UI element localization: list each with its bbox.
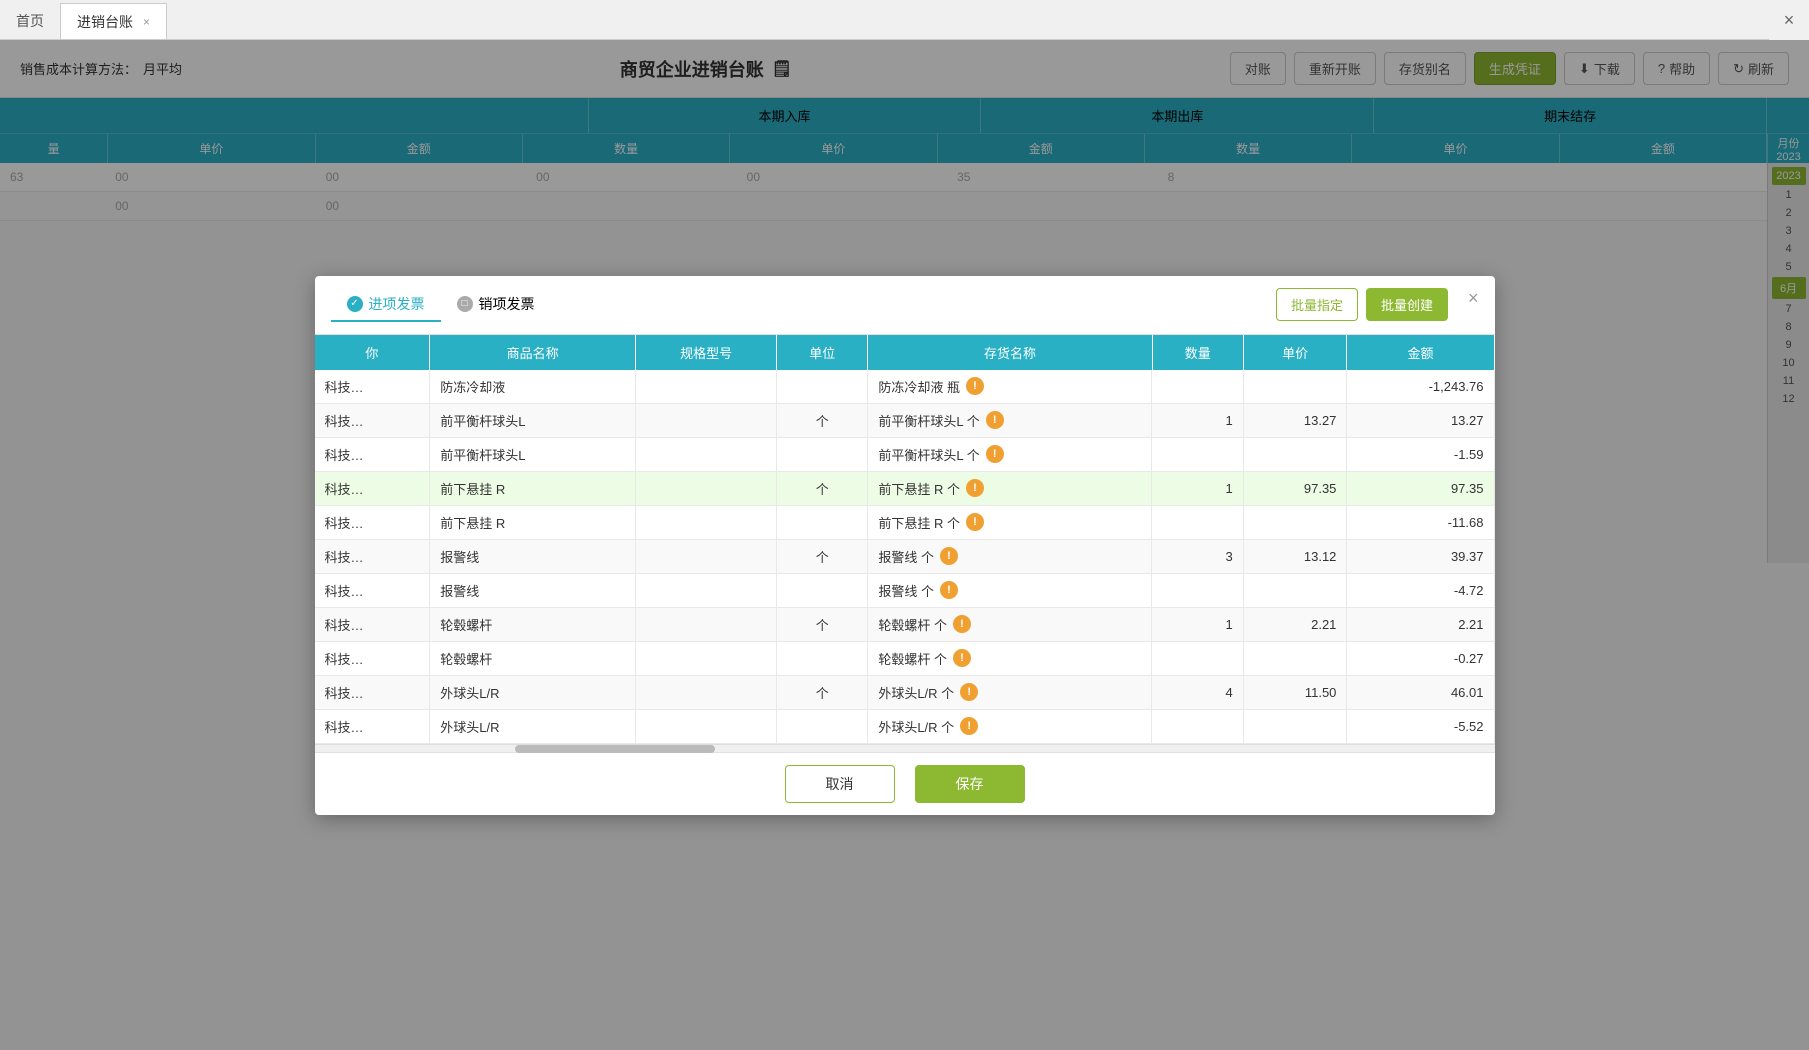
inventory-name-cell: 外球头L/R 个 bbox=[878, 683, 954, 702]
inventory-name-cell: 前平衡杆球头L 个 bbox=[878, 445, 979, 464]
invoice-modal: ✓ 进项发票 □ 销项发票 批量指定 批量创建 × bbox=[315, 276, 1495, 815]
tab-home-label: 首页 bbox=[16, 11, 44, 31]
col-quantity: 数量 bbox=[1152, 335, 1243, 370]
table-row: 科技…轮毂螺杆个轮毂螺杆 个!12.212.21 bbox=[315, 607, 1495, 641]
modal-overlay: ✓ 进项发票 □ 销项发票 批量指定 批量创建 × bbox=[0, 40, 1809, 1050]
col-unit-price: 单价 bbox=[1243, 335, 1347, 370]
table-row: 科技…前平衡杆球头L个前平衡杆球头L 个!113.2713.27 bbox=[315, 403, 1495, 437]
tab-ledger[interactable]: 进销台账 × bbox=[60, 3, 167, 39]
horizontal-scrollbar[interactable] bbox=[315, 744, 1495, 752]
table-row: 科技…外球头L/R个外球头L/R 个!411.5046.01 bbox=[315, 675, 1495, 709]
modal-header: ✓ 进项发票 □ 销项发票 批量指定 批量创建 × bbox=[315, 276, 1495, 335]
scrollbar-thumb[interactable] bbox=[515, 745, 715, 753]
inventory-name-cell: 防冻冷却液 瓶 bbox=[878, 377, 960, 396]
tab-purchase-invoice-label: 进项发票 bbox=[369, 294, 425, 314]
warning-icon: ! bbox=[940, 547, 958, 565]
col-unit: 单位 bbox=[777, 335, 868, 370]
col-product-name: 商品名称 bbox=[430, 335, 636, 370]
inventory-name-cell: 外球头L/R 个 bbox=[878, 717, 954, 736]
save-button[interactable]: 保存 bbox=[915, 765, 1025, 803]
warning-icon: ! bbox=[986, 445, 1004, 463]
inventory-name-cell: 报警线 个 bbox=[878, 547, 934, 566]
col-spec: 规格型号 bbox=[635, 335, 776, 370]
modal-table-wrap[interactable]: 你 商品名称 规格型号 单位 存货名称 数量 单价 金额 科技…防冻冷却液防冻冷… bbox=[315, 335, 1495, 744]
inventory-name-cell: 轮毂螺杆 个 bbox=[878, 649, 947, 668]
inventory-name-cell: 报警线 个 bbox=[878, 581, 934, 600]
warning-icon: ! bbox=[966, 377, 984, 395]
tab-sales-invoice-label: 销项发票 bbox=[479, 294, 535, 314]
warning-icon: ! bbox=[940, 581, 958, 599]
inventory-name-cell: 前平衡杆球头L 个 bbox=[878, 411, 979, 430]
table-row: 科技…轮毂螺杆轮毂螺杆 个!-0.27 bbox=[315, 641, 1495, 675]
table-header-row: 你 商品名称 规格型号 单位 存货名称 数量 单价 金额 bbox=[315, 335, 1495, 370]
table-row: 科技…防冻冷却液防冻冷却液 瓶!-1,243.76 bbox=[315, 370, 1495, 404]
main-area: 销售成本计算方法： 月平均 商贸企业进销台账 🗒 对账 重新开账 存货别名 生成… bbox=[0, 40, 1809, 1050]
col-inventory-name: 存货名称 bbox=[868, 335, 1152, 370]
batch-assign-button[interactable]: 批量指定 bbox=[1276, 288, 1358, 321]
table-row: 科技…前下悬挂 R个前下悬挂 R 个!197.3597.35 bbox=[315, 471, 1495, 505]
tab-purchase-invoice[interactable]: ✓ 进项发票 bbox=[331, 288, 441, 322]
warning-icon: ! bbox=[966, 513, 984, 531]
tab-ledger-label: 进销台账 bbox=[77, 12, 133, 32]
modal-header-actions: 批量指定 批量创建 × bbox=[1276, 288, 1479, 321]
col-amount: 金额 bbox=[1347, 335, 1494, 370]
col-company: 你 bbox=[315, 335, 430, 370]
modal-close-button[interactable]: × bbox=[1468, 288, 1479, 321]
purchase-invoice-icon: ✓ bbox=[347, 296, 363, 312]
tab-sales-invoice[interactable]: □ 销项发票 bbox=[441, 288, 551, 322]
tab-bar: 首页 进销台账 × × bbox=[0, 0, 1809, 40]
warning-icon: ! bbox=[960, 683, 978, 701]
table-row: 科技…报警线报警线 个!-4.72 bbox=[315, 573, 1495, 607]
inventory-name-cell: 前下悬挂 R 个 bbox=[878, 479, 960, 498]
sales-invoice-icon: □ bbox=[457, 296, 473, 312]
inventory-name-cell: 轮毂螺杆 个 bbox=[878, 615, 947, 634]
warning-icon: ! bbox=[953, 649, 971, 667]
app-close-button[interactable]: × bbox=[1769, 0, 1809, 40]
invoice-table: 你 商品名称 规格型号 单位 存货名称 数量 单价 金额 科技…防冻冷却液防冻冷… bbox=[315, 335, 1495, 744]
inventory-name-cell: 前下悬挂 R 个 bbox=[878, 513, 960, 532]
table-row: 科技…前平衡杆球头L前平衡杆球头L 个!-1.59 bbox=[315, 437, 1495, 471]
warning-icon: ! bbox=[960, 717, 978, 735]
batch-create-button[interactable]: 批量创建 bbox=[1366, 288, 1448, 321]
table-row: 科技…前下悬挂 R前下悬挂 R 个!-11.68 bbox=[315, 505, 1495, 539]
modal-footer: 取消 保存 bbox=[315, 752, 1495, 815]
warning-icon: ! bbox=[953, 615, 971, 633]
modal-tabs: ✓ 进项发票 □ 销项发票 bbox=[331, 288, 551, 322]
tab-ledger-close[interactable]: × bbox=[143, 15, 150, 29]
table-row: 科技…报警线个报警线 个!313.1239.37 bbox=[315, 539, 1495, 573]
cancel-button[interactable]: 取消 bbox=[785, 765, 895, 803]
warning-icon: ! bbox=[986, 411, 1004, 429]
table-row: 科技…外球头L/R外球头L/R 个!-5.52 bbox=[315, 709, 1495, 743]
tab-home[interactable]: 首页 bbox=[0, 3, 60, 39]
warning-icon: ! bbox=[966, 479, 984, 497]
